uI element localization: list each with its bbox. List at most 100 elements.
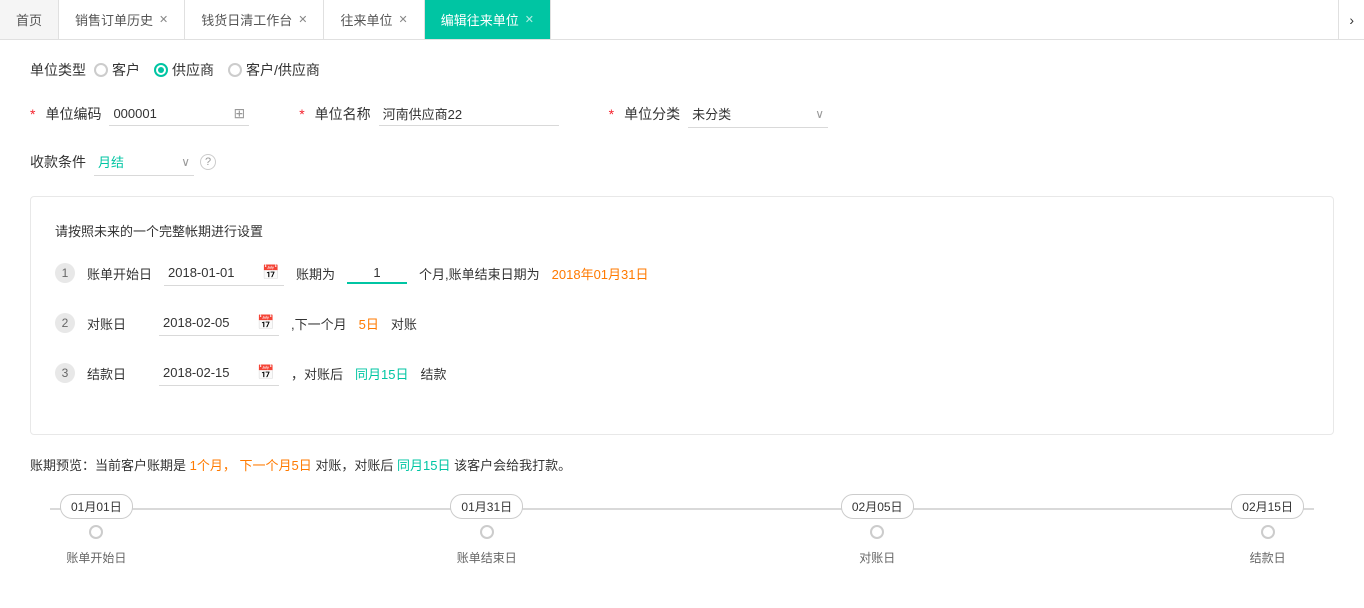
tab-cash-work-close[interactable]: ✕ [298, 13, 307, 26]
tab-sales-history-close[interactable]: ✕ [159, 13, 168, 26]
period-row-1: 1 账单开始日 📅 账期为 个月,账单结束日期为 2018年01月31日 [55, 260, 1309, 286]
unit-code-input-wrap: ⊞ [109, 102, 249, 126]
period-row-1-end-date: 2018年01月31日 [552, 264, 649, 283]
period-row-3-cal-icon[interactable]: 📅 [257, 364, 274, 381]
tab-edit-partner-label: 编辑往来单位 [441, 10, 519, 29]
tab-cash-work-label: 钱货日清工作台 [201, 10, 292, 29]
tab-sales-history[interactable]: 销售订单历史 ✕ [59, 0, 185, 39]
timeline-dot-container: 01月01日 账单开始日 01月31日 账单结束日 02月05日 对账日 02月… [60, 494, 1304, 566]
period-row-2-date-input[interactable] [163, 315, 253, 330]
tab-more-button[interactable]: › [1338, 0, 1364, 39]
period-row-3-day: 同月15日 [355, 364, 408, 383]
timeline-dot-3 [870, 525, 884, 539]
timeline-dot-4 [1261, 525, 1275, 539]
unit-code-group: * 单位编码 ⊞ [30, 102, 249, 126]
period-row-2: 2 对账日 📅 ,下一个月 5日 对账 [55, 310, 1309, 336]
radio-customer-circle [94, 63, 108, 77]
tab-home[interactable]: 首页 [0, 0, 59, 39]
preview-section: 账期预览：当前客户账期是 1个月， 下一个月5日 对账，对账后 同月15日 该客… [30, 455, 1334, 474]
timeline-label-1: 账单开始日 [66, 549, 126, 566]
unit-category-label: 单位分类 [624, 104, 680, 124]
unit-category-select[interactable]: 未分类 ∨ [688, 100, 828, 128]
period-row-1-before: 账期为 [296, 264, 335, 283]
preview-label: 账期预览：当前客户账期是 [30, 458, 186, 473]
period-row-3-date-input[interactable] [163, 365, 253, 380]
period-row-2-cal-icon[interactable]: 📅 [257, 314, 274, 331]
period-card-title: 请按照未来的一个完整帐期进行设置 [55, 221, 1309, 240]
period-row-2-prefix: ,下一个月 [291, 314, 347, 333]
unit-type-radio-group: 客户 供应商 客户/供应商 [94, 60, 320, 80]
unit-type-row: 单位类型 客户 供应商 客户/供应商 [30, 60, 1334, 80]
period-row-3-num: 3 [55, 363, 75, 383]
unit-code-label: 单位编码 [45, 104, 101, 124]
tab-partners[interactable]: 往来单位 ✕ [324, 0, 424, 39]
main-content: 单位类型 客户 供应商 客户/供应商 * 单位编码 [0, 40, 1364, 608]
unit-code-copy-icon[interactable]: ⊞ [229, 103, 249, 124]
timeline-date-1: 01月01日 [60, 494, 133, 519]
unit-category-group: * 单位分类 未分类 ∨ [609, 100, 828, 128]
timeline-label-3: 对账日 [859, 549, 895, 566]
preview-part2: 下一个月5日 [240, 458, 312, 473]
period-row-2-num: 2 [55, 313, 75, 333]
preview-part3: 同月15日 [397, 458, 450, 473]
unit-code-required: * [30, 106, 35, 122]
payment-terms-help-icon[interactable]: ? [200, 154, 216, 170]
tab-edit-partner-close[interactable]: ✕ [525, 13, 534, 26]
preview-part1: 1个月， [190, 458, 236, 473]
radio-customer-label: 客户 [112, 60, 140, 80]
period-row-3: 3 结款日 📅 ，对账后 同月15日 结款 [55, 360, 1309, 386]
payment-terms-label: 收款条件 [30, 152, 86, 172]
period-card: 请按照未来的一个完整帐期进行设置 1 账单开始日 📅 账期为 个月,账单结束日期… [30, 196, 1334, 435]
period-row-1-cal-icon[interactable]: 📅 [262, 264, 279, 281]
timeline-item-4: 02月15日 结款日 [1231, 494, 1304, 566]
payment-terms-value: 月结 [98, 152, 181, 171]
period-row-2-date-wrap: 📅 [159, 310, 279, 336]
period-row-3-prefix: ，对账后 [291, 364, 343, 383]
period-row-1-after-1: 个月,账单结束日期为 [419, 264, 540, 283]
timeline-container: 01月01日 账单开始日 01月31日 账单结束日 02月05日 对账日 02月… [30, 494, 1334, 566]
unit-type-group: 单位类型 客户 供应商 客户/供应商 [30, 60, 320, 80]
unit-name-label: 单位名称 [315, 104, 371, 124]
payment-terms-dropdown-row: 月结 ∨ ? [94, 148, 216, 176]
period-row-1-date-input[interactable] [168, 265, 258, 280]
chevron-right-icon: › [1349, 12, 1354, 28]
radio-both[interactable]: 客户/供应商 [228, 60, 320, 80]
period-row-1-date-wrap: 📅 [164, 260, 284, 286]
unit-category-required: * [609, 106, 614, 122]
radio-both-label: 客户/供应商 [246, 60, 320, 80]
timeline-dot-1 [89, 525, 103, 539]
period-row-3-suffix: 结款 [420, 364, 446, 383]
preview-end: 该客户会给我打款。 [454, 458, 571, 473]
unit-name-input[interactable] [379, 102, 559, 126]
payment-terms-select[interactable]: 月结 ∨ [94, 148, 194, 176]
timeline-date-2: 01月31日 [450, 494, 523, 519]
timeline-dot-2 [480, 525, 494, 539]
period-row-3-label: 结款日 [87, 364, 147, 383]
timeline-item-3: 02月05日 对账日 [841, 494, 914, 566]
tab-edit-partner[interactable]: 编辑往来单位 ✕ [425, 0, 551, 39]
radio-customer[interactable]: 客户 [94, 60, 140, 80]
preview-mid: 对账，对账后 [315, 458, 393, 473]
radio-supplier-label: 供应商 [172, 60, 214, 80]
payment-terms-group: 收款条件 月结 ∨ ? [30, 148, 216, 176]
unit-name-group: * 单位名称 [299, 102, 558, 126]
radio-supplier[interactable]: 供应商 [154, 60, 214, 80]
tab-sales-history-label: 销售订单历史 [75, 10, 153, 29]
tab-partners-label: 往来单位 [340, 10, 392, 29]
tab-cash-work[interactable]: 钱货日清工作台 ✕ [185, 0, 324, 39]
period-row-2-day: 5日 [359, 314, 379, 333]
timeline-date-4: 02月15日 [1231, 494, 1304, 519]
timeline-label-2: 账单结束日 [457, 549, 517, 566]
unit-category-arrow-icon: ∨ [815, 107, 824, 121]
period-row-2-label: 对账日 [87, 314, 147, 333]
period-row-1-num-input[interactable] [347, 263, 407, 284]
timeline-label-4: 结款日 [1250, 549, 1286, 566]
tab-partners-close[interactable]: ✕ [399, 13, 408, 26]
period-row-2-suffix: 对账 [391, 314, 417, 333]
unit-info-row: * 单位编码 ⊞ * 单位名称 * 单位分类 未分类 ∨ [30, 100, 1334, 128]
period-row-3-date-wrap: 📅 [159, 360, 279, 386]
unit-code-input[interactable] [109, 102, 229, 125]
unit-name-required: * [299, 106, 304, 122]
tab-bar: 首页 销售订单历史 ✕ 钱货日清工作台 ✕ 往来单位 ✕ 编辑往来单位 ✕ › [0, 0, 1364, 40]
unit-type-label: 单位类型 [30, 60, 86, 80]
